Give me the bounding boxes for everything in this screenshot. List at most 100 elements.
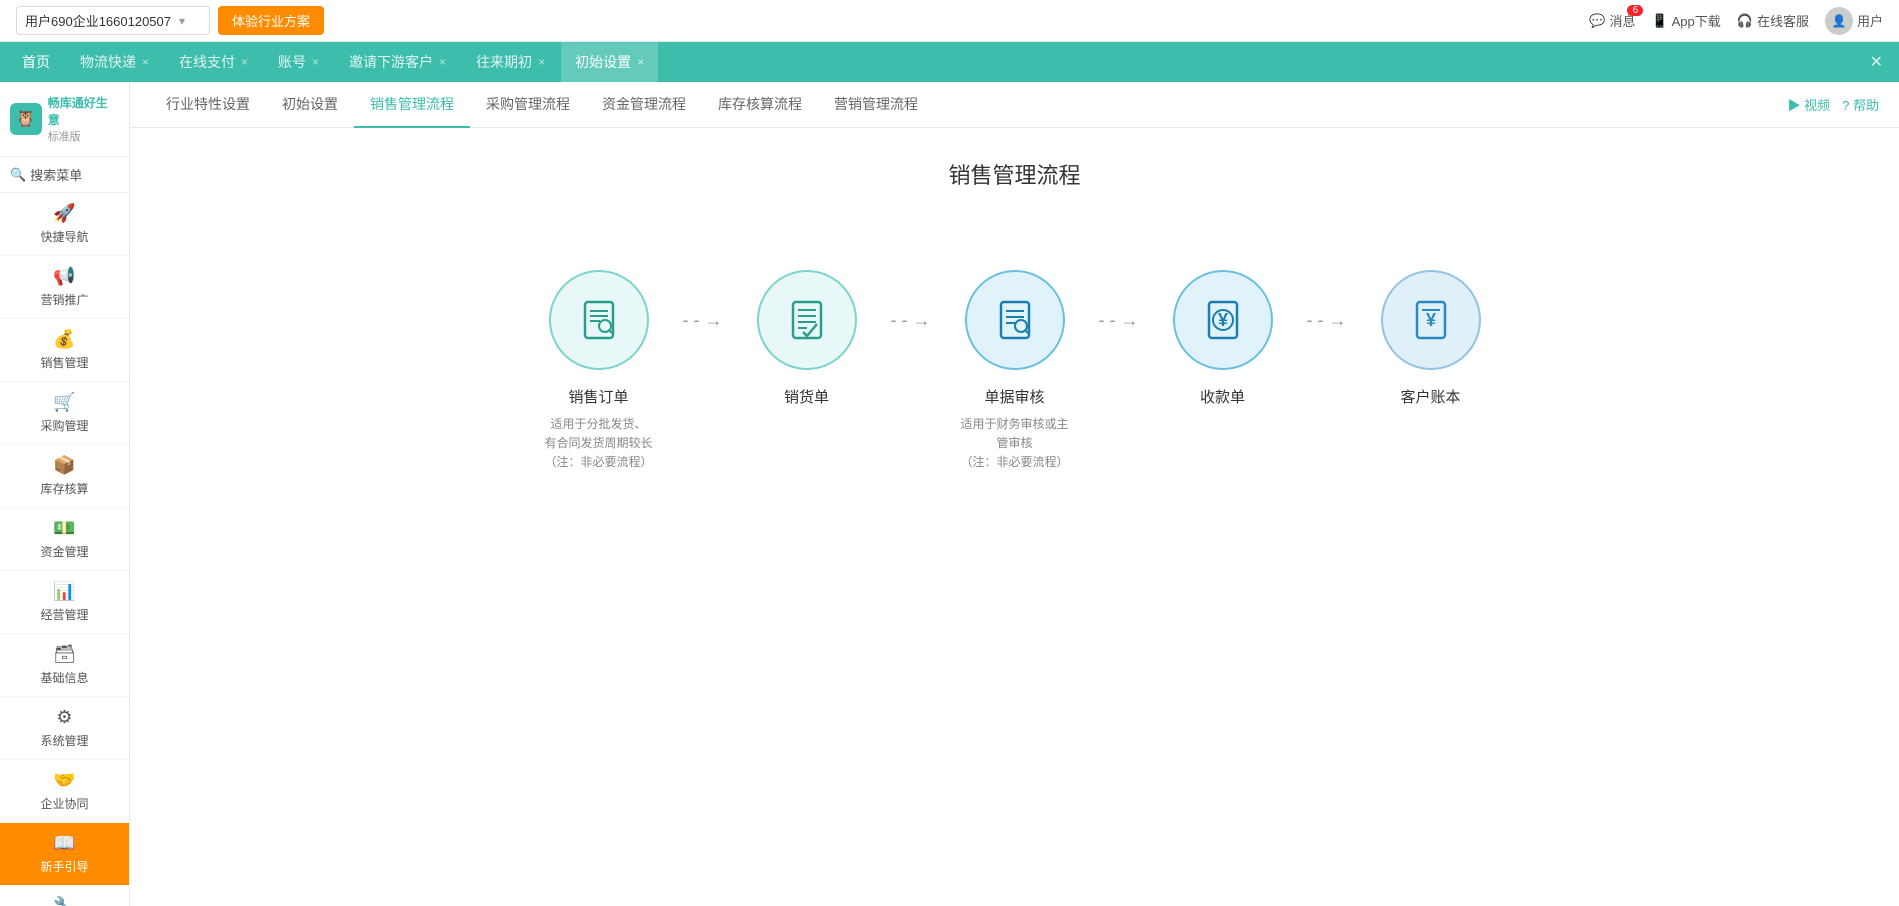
online-service-button[interactable]: 🎧 在线客服	[1737, 11, 1809, 30]
video-button[interactable]: ▶ 视频	[1788, 95, 1831, 114]
flow-item-invoice: 销货单	[727, 270, 887, 415]
tab-label: 邀请下游客户	[349, 52, 433, 72]
sidebar-item-basic-info[interactable]: 🗃 基础信息	[0, 634, 129, 697]
tab-label: 在线支付	[179, 52, 235, 72]
app-download-button[interactable]: 📱 App下载	[1651, 11, 1720, 30]
quick-nav-icon: 🚀	[53, 203, 75, 224]
logo-icon: 🦉	[10, 103, 42, 135]
sidebar-item-label: 新手引导	[40, 858, 88, 875]
flow-item-audit: 单据审核 适用于财务审核或主 管审核 （注：非必要流程）	[935, 270, 1095, 473]
subtab-label: 营销管理流程	[834, 96, 918, 112]
trial-button[interactable]: 体验行业方案	[218, 6, 324, 35]
avatar: 👤	[1825, 7, 1853, 35]
arrow-4: - - →	[1307, 270, 1347, 331]
tab-label: 往来期初	[476, 52, 532, 72]
cooperation-icon: 🤝	[53, 770, 75, 791]
subtab-label: 初始设置	[282, 96, 338, 112]
subtab-label: 行业特性设置	[166, 96, 250, 112]
purchase-icon: 🛒	[53, 392, 75, 413]
arrow-3: - - →	[1099, 270, 1139, 331]
tab-label: 账号	[278, 52, 306, 72]
subtab-industry[interactable]: 行业特性设置	[150, 82, 266, 128]
sub-tabs: 行业特性设置 初始设置 销售管理流程 采购管理流程 资金管理流程 库存核算流程 …	[130, 82, 1899, 128]
search-icon: 🔍	[10, 167, 26, 183]
guide-icon: 📖	[53, 833, 75, 854]
sidebar-logo: 🦉 畅库通好生意 标准版	[0, 82, 129, 157]
sidebar-item-system[interactable]: ⚙ 系统管理	[0, 697, 129, 760]
sidebar-item-cooperation[interactable]: 🤝 企业协同	[0, 760, 129, 823]
flow-item-ledger: ¥ 客户账本	[1351, 270, 1511, 415]
sidebar-item-inventory[interactable]: 📦 库存核算	[0, 445, 129, 508]
subtab-inventory-flow[interactable]: 库存核算流程	[702, 82, 818, 128]
close-all-tabs-button[interactable]: ✕	[1862, 52, 1891, 72]
sidebar-item-label: 基础信息	[40, 669, 88, 686]
nav-tab-initial-setup[interactable]: 初始设置 ×	[561, 42, 658, 82]
help-button[interactable]: ? 帮助	[1842, 95, 1879, 114]
subtab-initial[interactable]: 初始设置	[266, 82, 354, 128]
receipt-circle: ¥	[1173, 270, 1273, 370]
sidebar-item-quick-nav[interactable]: 🚀 快捷导航	[0, 193, 129, 256]
home-label: 首页	[22, 52, 50, 72]
tab-label: 初始设置	[575, 52, 631, 72]
close-icon[interactable]: ×	[439, 55, 446, 69]
sidebar-item-sales[interactable]: 💰 销售管理	[0, 319, 129, 382]
sidebar-item-label: 企业协同	[40, 795, 88, 812]
close-icon[interactable]: ×	[241, 55, 248, 69]
business-icon: 📊	[53, 581, 75, 602]
flow-name-audit: 单据审核	[984, 386, 1044, 407]
audit-circle	[965, 270, 1065, 370]
sidebar-item-label: 库存核算	[40, 480, 88, 497]
video-icon: ▶	[1788, 98, 1805, 113]
flow-name-sales-order: 销售订单	[568, 386, 628, 407]
download-icon: 📱	[1651, 13, 1667, 29]
user-menu[interactable]: 👤 用户	[1825, 7, 1883, 35]
nav-tab-account[interactable]: 账号 ×	[264, 42, 333, 82]
subtab-finance-flow[interactable]: 资金管理流程	[586, 82, 702, 128]
subtab-purchase-flow[interactable]: 采购管理流程	[470, 82, 586, 128]
flow-desc-sales-order: 适用于分批发货、 有合同发货周期较长 （注：非必要流程）	[544, 415, 652, 473]
help-icon: ?	[1842, 98, 1853, 113]
nav-tab-logistics[interactable]: 物流快递 ×	[66, 42, 163, 82]
user-label: 用户	[1857, 11, 1883, 30]
flow-diagram: 销售订单 适用于分批发货、 有合同发货周期较长 （注：非必要流程） - - →	[150, 250, 1879, 493]
message-icon: 💬	[1589, 13, 1605, 29]
help-label: 帮助	[1853, 98, 1879, 113]
sidebar-item-label: 经营管理	[40, 606, 88, 623]
logo-text: 畅库通好生意 标准版	[48, 94, 119, 144]
nav-tab-period[interactable]: 往来期初 ×	[462, 42, 559, 82]
sidebar-item-label: 采购管理	[40, 417, 88, 434]
sidebar-item-guide[interactable]: 📖 新手引导	[0, 823, 129, 886]
top-bar-right: 💬 消息 6 📱 App下载 🎧 在线客服 👤 用户	[1589, 7, 1883, 35]
subtab-marketing-flow[interactable]: 营销管理流程	[818, 82, 934, 128]
messages-button[interactable]: 💬 消息 6	[1589, 11, 1635, 30]
subtab-sales-flow[interactable]: 销售管理流程	[354, 82, 470, 128]
sidebar-item-marketing[interactable]: 📢 营销推广	[0, 256, 129, 319]
sidebar-item-purchase[interactable]: 🛒 采购管理	[0, 382, 129, 445]
main-layout: 🦉 畅库通好生意 标准版 🔍 搜索菜单 🚀 快捷导航 📢 营销推广 💰 销售管理…	[0, 82, 1899, 906]
online-service-label: 在线客服	[1757, 11, 1809, 30]
sub-tab-actions: ▶ 视频 ? 帮助	[1788, 95, 1880, 114]
tab-label: 物流快递	[80, 52, 136, 72]
sidebar: 🦉 畅库通好生意 标准版 🔍 搜索菜单 🚀 快捷导航 📢 营销推广 💰 销售管理…	[0, 82, 130, 906]
top-bar-left: 用户690企业1660120507 ▾ 体验行业方案	[16, 6, 324, 35]
nav-tab-invite[interactable]: 邀请下游客户 ×	[335, 42, 460, 82]
sidebar-item-finance[interactable]: 💵 资金管理	[0, 508, 129, 571]
company-name: 用户690企业1660120507	[25, 11, 171, 30]
search-label: 搜索菜单	[30, 165, 82, 184]
sidebar-search[interactable]: 🔍 搜索菜单	[0, 157, 129, 193]
invoice-circle	[757, 270, 857, 370]
logo-line1: 畅库通好生意	[48, 94, 119, 128]
close-icon[interactable]: ×	[538, 55, 545, 69]
ledger-circle: ¥	[1381, 270, 1481, 370]
company-select[interactable]: 用户690企业1660120507 ▾	[16, 6, 210, 35]
close-icon[interactable]: ×	[312, 55, 319, 69]
sales-icon: 💰	[53, 329, 75, 350]
flow-name-receipt: 收款单	[1200, 386, 1245, 407]
svg-text:¥: ¥	[1217, 310, 1227, 330]
close-icon[interactable]: ×	[142, 55, 149, 69]
nav-tab-home[interactable]: 首页	[8, 42, 64, 82]
nav-tab-payment[interactable]: 在线支付 ×	[165, 42, 262, 82]
sidebar-item-apps[interactable]: 🔧 应用中心	[0, 886, 129, 906]
sidebar-item-business[interactable]: 📊 经营管理	[0, 571, 129, 634]
close-icon[interactable]: ×	[637, 55, 644, 69]
